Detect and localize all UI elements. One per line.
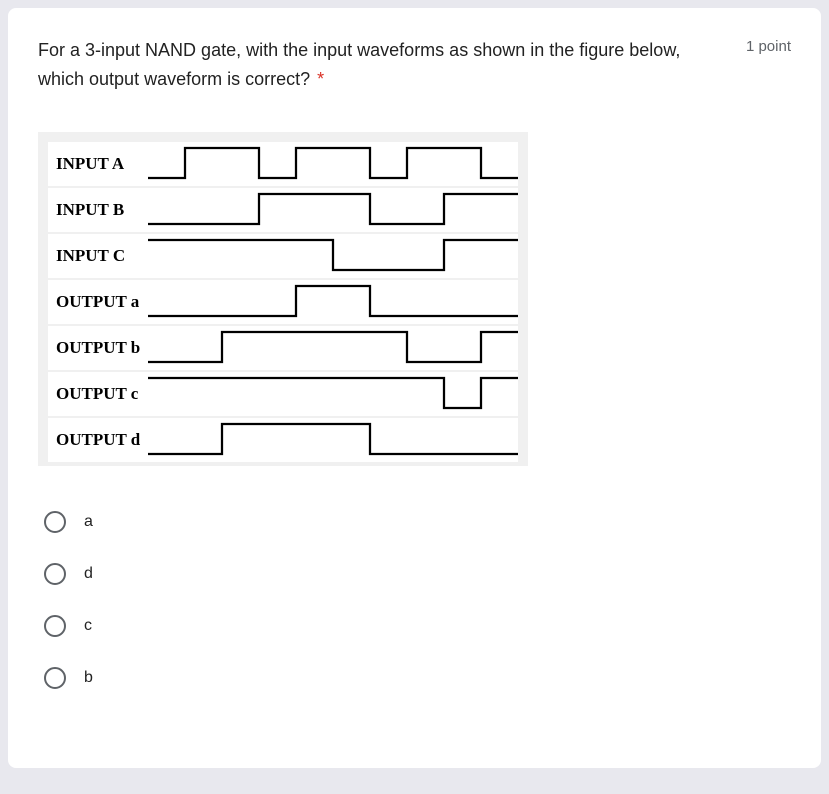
waveform-trace: [148, 326, 518, 370]
question-card: For a 3-input NAND gate, with the input …: [8, 8, 821, 768]
waveform-trace: [148, 188, 518, 232]
waveform-label: INPUT B: [48, 200, 148, 220]
waveform-trace: [148, 372, 518, 416]
waveform-label: INPUT C: [48, 246, 148, 266]
waveform-label: OUTPUT d: [48, 430, 148, 450]
option-label: a: [84, 513, 93, 531]
question-text: For a 3-input NAND gate, with the input …: [38, 36, 726, 94]
waveform-row: OUTPUT d: [48, 418, 518, 462]
waveform-label: OUTPUT c: [48, 384, 148, 404]
waveform-trace: [148, 234, 518, 278]
waveform-label: INPUT A: [48, 154, 148, 174]
answer-option-a[interactable]: a: [44, 496, 791, 548]
required-marker: *: [317, 69, 324, 89]
option-label: d: [84, 565, 93, 583]
radio-icon[interactable]: [44, 563, 66, 585]
waveform-row: INPUT B: [48, 188, 518, 232]
question-body: For a 3-input NAND gate, with the input …: [38, 40, 680, 89]
waveform-row: INPUT C: [48, 234, 518, 278]
waveform-row: OUTPUT c: [48, 372, 518, 416]
waveform-trace: [148, 142, 518, 186]
waveform-figure: INPUT A INPUT B INPUT C OUTPUT a OUTPUT b OUT…: [38, 132, 528, 466]
answer-option-d[interactable]: d: [44, 548, 791, 600]
answer-option-b[interactable]: b: [44, 652, 791, 704]
waveform-label: OUTPUT b: [48, 338, 148, 358]
radio-icon[interactable]: [44, 615, 66, 637]
waveform-trace: [148, 280, 518, 324]
waveform-trace: [148, 418, 518, 462]
radio-icon[interactable]: [44, 511, 66, 533]
question-header-row: For a 3-input NAND gate, with the input …: [38, 36, 791, 94]
answer-option-c[interactable]: c: [44, 600, 791, 652]
points-label: 1 point: [746, 36, 791, 55]
waveform-label: OUTPUT a: [48, 292, 148, 312]
waveform-row: OUTPUT b: [48, 326, 518, 370]
option-label: b: [84, 669, 93, 687]
option-label: c: [84, 617, 92, 635]
waveform-row: OUTPUT a: [48, 280, 518, 324]
radio-icon[interactable]: [44, 667, 66, 689]
waveform-row: INPUT A: [48, 142, 518, 186]
answer-options: a d c b: [38, 496, 791, 704]
